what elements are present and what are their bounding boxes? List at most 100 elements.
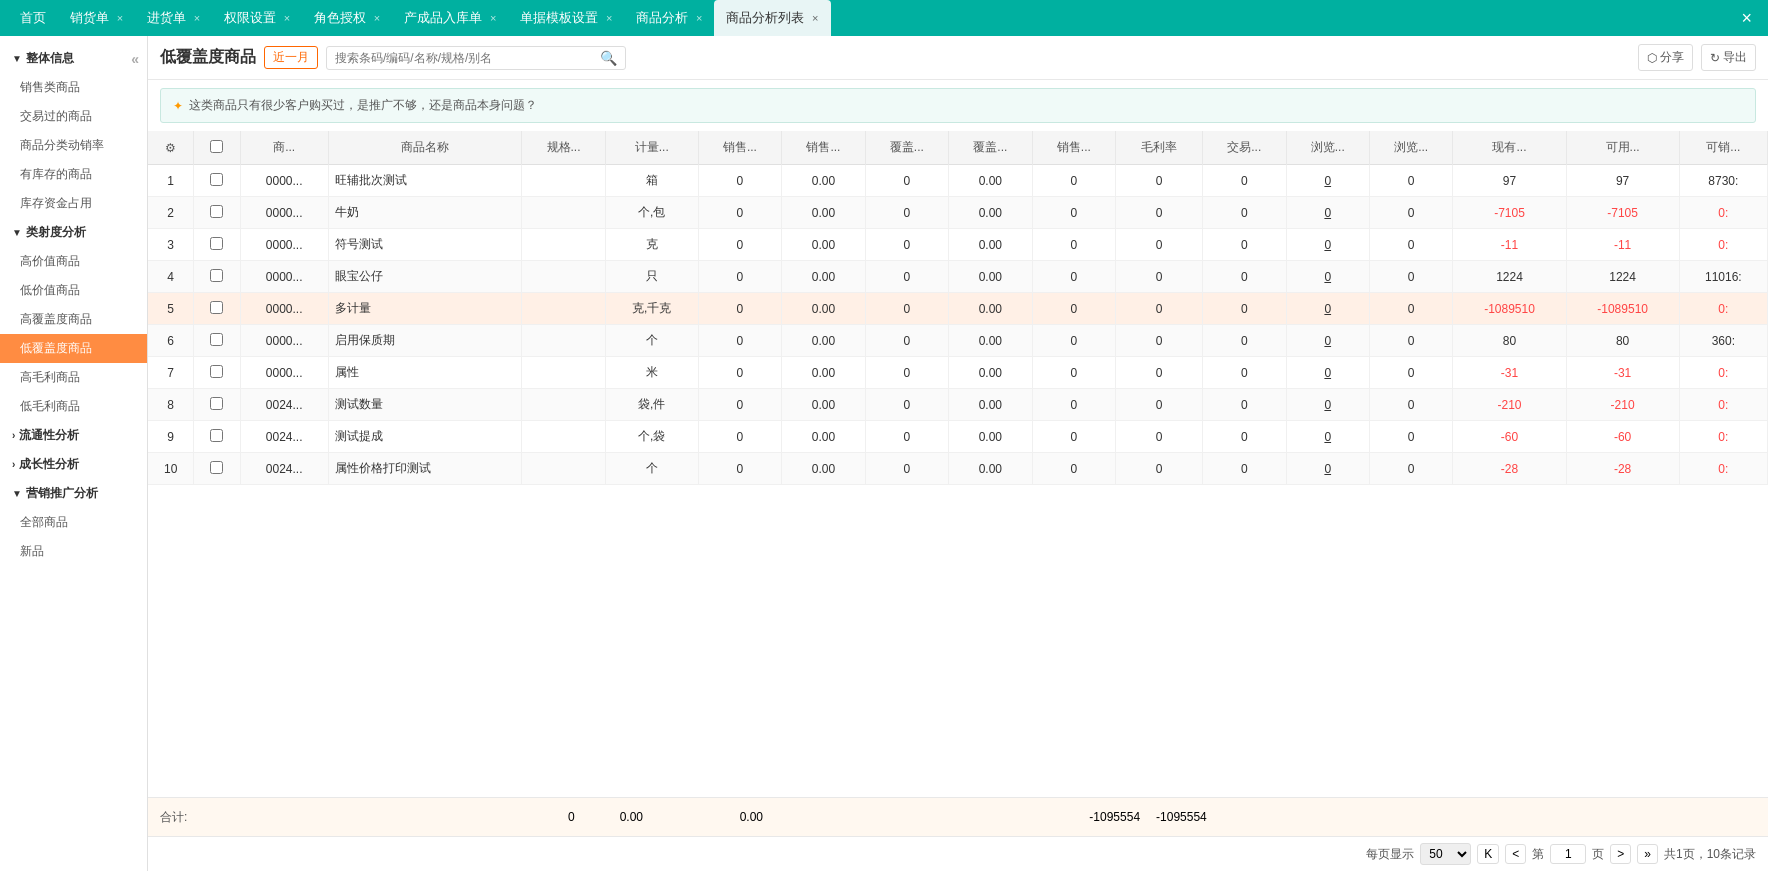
next-page-button[interactable]: > — [1610, 844, 1631, 864]
sidebar-item-low-profit[interactable]: 低毛利商品 — [0, 392, 147, 421]
col-gross-header[interactable]: 毛利率 — [1116, 131, 1203, 165]
row-checkbox[interactable] — [194, 389, 240, 421]
col-unit-header[interactable]: 计量... — [605, 131, 698, 165]
close-icon[interactable]: × — [374, 12, 380, 24]
window-close-button[interactable]: × — [1733, 8, 1760, 29]
close-icon[interactable]: × — [696, 12, 702, 24]
col-stock2-header[interactable]: 可用... — [1566, 131, 1679, 165]
nav-product-analysis[interactable]: 商品分析 × — [624, 0, 714, 36]
col-spec-header[interactable]: 规格... — [522, 131, 605, 165]
close-icon[interactable]: × — [117, 12, 123, 24]
col-cover1-header[interactable]: 覆盖... — [865, 131, 948, 165]
col-sales3-header[interactable]: 销售... — [1032, 131, 1115, 165]
nav-sales[interactable]: 销货单 × — [58, 0, 135, 36]
row-name[interactable]: 测试数量 — [328, 389, 522, 421]
row-checkbox[interactable] — [194, 293, 240, 325]
sidebar-item-high-profit[interactable]: 高毛利商品 — [0, 363, 147, 392]
sidebar-section-coverage[interactable]: ▼ 类射度分析 — [0, 218, 147, 247]
row-view1[interactable]: 0 — [1286, 261, 1369, 293]
close-icon[interactable]: × — [490, 12, 496, 24]
nav-product-analysis-list[interactable]: 商品分析列表 × — [714, 0, 830, 36]
row-cover2: 0.00 — [949, 165, 1032, 197]
row-view1[interactable]: 0 — [1286, 421, 1369, 453]
row-name[interactable]: 牛奶 — [328, 197, 522, 229]
row-view1[interactable]: 0 — [1286, 357, 1369, 389]
row-view1[interactable]: 0 — [1286, 389, 1369, 421]
row-checkbox[interactable] — [194, 421, 240, 453]
sidebar-section-marketing[interactable]: ▼ 营销推广分析 — [0, 479, 147, 508]
col-stock3-header[interactable]: 可销... — [1679, 131, 1767, 165]
close-icon[interactable]: × — [812, 12, 818, 24]
col-cover2-header[interactable]: 覆盖... — [949, 131, 1032, 165]
sidebar-item-category-rate[interactable]: 商品分类动销率 — [0, 131, 147, 160]
nav-home[interactable]: 首页 — [8, 0, 58, 36]
col-settings[interactable]: ⚙ — [148, 131, 194, 165]
sidebar-item-sales-goods[interactable]: 销售类商品 — [0, 73, 147, 102]
nav-template-settings[interactable]: 单据模板设置 × — [508, 0, 624, 36]
sidebar-section-growth[interactable]: › 成长性分析 — [0, 450, 147, 479]
row-name[interactable]: 眼宝公仔 — [328, 261, 522, 293]
row-gross: 0 — [1116, 229, 1203, 261]
row-name[interactable]: 多计量 — [328, 293, 522, 325]
col-name-header[interactable]: 商品名称 — [328, 131, 522, 165]
row-checkbox[interactable] — [194, 229, 240, 261]
row-checkbox[interactable] — [194, 357, 240, 389]
row-view1[interactable]: 0 — [1286, 453, 1369, 485]
row-checkbox[interactable] — [194, 261, 240, 293]
row-name[interactable]: 属性价格打印测试 — [328, 453, 522, 485]
col-stock1-header[interactable]: 现有... — [1453, 131, 1566, 165]
sidebar-item-high-value[interactable]: 高价值商品 — [0, 247, 147, 276]
row-checkbox[interactable] — [194, 325, 240, 357]
row-view1[interactable]: 0 — [1286, 293, 1369, 325]
row-name[interactable]: 旺辅批次测试 — [328, 165, 522, 197]
row-name[interactable]: 符号测试 — [328, 229, 522, 261]
sidebar-section-flow[interactable]: › 流通性分析 — [0, 421, 147, 450]
select-all-checkbox[interactable] — [210, 140, 223, 153]
row-name[interactable]: 启用保质期 — [328, 325, 522, 357]
nav-product-entry[interactable]: 产成品入库单 × — [392, 0, 508, 36]
sidebar-item-high-coverage[interactable]: 高覆盖度商品 — [0, 305, 147, 334]
row-view1[interactable]: 0 — [1286, 197, 1369, 229]
row-checkbox[interactable] — [194, 197, 240, 229]
close-icon[interactable]: × — [284, 12, 290, 24]
col-code-header[interactable]: 商... — [240, 131, 328, 165]
row-name[interactable]: 属性 — [328, 357, 522, 389]
sidebar-section-whole[interactable]: ▼ 整体信息 « — [0, 44, 147, 73]
row-view1[interactable]: 0 — [1286, 325, 1369, 357]
search-input[interactable] — [335, 51, 600, 65]
nav-permissions[interactable]: 权限设置 × — [212, 0, 302, 36]
sidebar-item-stock-capital[interactable]: 库存资金占用 — [0, 189, 147, 218]
time-filter-button[interactable]: 近一月 — [264, 46, 318, 69]
sidebar-item-stocked-goods[interactable]: 有库存的商品 — [0, 160, 147, 189]
nav-roles[interactable]: 角色授权 × — [302, 0, 392, 36]
row-stock1: -7105 — [1453, 197, 1566, 229]
row-view1[interactable]: 0 — [1286, 165, 1369, 197]
sidebar-item-all-goods[interactable]: 全部商品 — [0, 508, 147, 537]
sidebar-item-traded-goods[interactable]: 交易过的商品 — [0, 102, 147, 131]
row-checkbox[interactable] — [194, 453, 240, 485]
first-page-button[interactable]: K — [1477, 844, 1499, 864]
sidebar-collapse-icon[interactable]: « — [131, 51, 139, 67]
share-button[interactable]: ⬡ 分享 — [1638, 44, 1693, 71]
row-checkbox[interactable] — [194, 165, 240, 197]
last-page-button[interactable]: » — [1637, 844, 1658, 864]
close-icon[interactable]: × — [194, 12, 200, 24]
close-icon[interactable]: × — [606, 12, 612, 24]
row-view1[interactable]: 0 — [1286, 229, 1369, 261]
sidebar-item-low-coverage[interactable]: 低覆盖度商品 — [0, 334, 147, 363]
sidebar-item-new-goods[interactable]: 新品 — [0, 537, 147, 566]
col-checkbox-header[interactable] — [194, 131, 240, 165]
col-view2-header[interactable]: 浏览... — [1369, 131, 1452, 165]
sidebar-item-low-value[interactable]: 低价值商品 — [0, 276, 147, 305]
row-name[interactable]: 测试提成 — [328, 421, 522, 453]
nav-purchase[interactable]: 进货单 × — [135, 0, 212, 36]
prev-page-button[interactable]: < — [1505, 844, 1526, 864]
per-page-select[interactable]: 50 100 — [1420, 843, 1471, 865]
row-spec — [522, 261, 605, 293]
col-trade-header[interactable]: 交易... — [1203, 131, 1286, 165]
col-sales2-header[interactable]: 销售... — [782, 131, 865, 165]
current-page-input[interactable] — [1550, 844, 1586, 864]
col-view1-header[interactable]: 浏览... — [1286, 131, 1369, 165]
export-button[interactable]: ↻ 导出 — [1701, 44, 1756, 71]
col-sales1-header[interactable]: 销售... — [698, 131, 781, 165]
